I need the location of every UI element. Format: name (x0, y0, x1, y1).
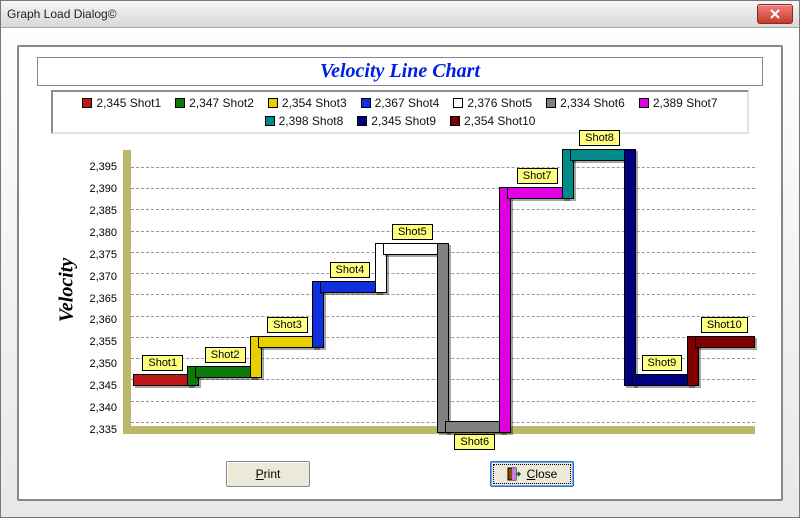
step-shot1 (133, 374, 193, 386)
plot: Shot1Shot2Shot3Shot4Shot5Shot6Shot7Shot8… (123, 150, 755, 434)
y-tick: 2,390 (89, 183, 117, 195)
step-shot4 (320, 281, 380, 293)
close-icon (769, 9, 781, 19)
step-shot3 (258, 336, 318, 348)
connector (624, 149, 636, 386)
step-shot5 (383, 243, 443, 255)
legend-item-shot2: 2,347 Shot2 (175, 96, 254, 110)
step-shot10 (695, 336, 755, 348)
legend-label: 2,367 Shot4 (375, 96, 440, 110)
chart-title-box: Velocity Line Chart (37, 57, 763, 86)
legend-item-shot10: 2,354 Shot10 (450, 114, 535, 128)
legend-swatch (82, 98, 92, 108)
step-shot6 (445, 421, 505, 433)
content-panel: Velocity Line Chart 2,345 Shot1 2,347 Sho… (17, 45, 783, 501)
y-tick: 2,370 (89, 271, 117, 283)
legend-label: 2,389 Shot7 (653, 96, 718, 110)
point-label-shot5: Shot5 (392, 224, 433, 240)
print-label: Print (256, 467, 281, 481)
y-tick: 2,365 (89, 293, 117, 305)
legend-label: 2,347 Shot2 (189, 96, 254, 110)
y-tick-area: 2,335 2,340 2,345 2,350 2,355 2,360 2,365 2,370… (75, 150, 121, 434)
legend-label: 2,345 Shot1 (96, 96, 161, 110)
legend-item-shot9: 2,345 Shot9 (357, 114, 436, 128)
legend-swatch (357, 116, 367, 126)
connector (437, 243, 449, 433)
legend-label: 2,398 Shot8 (279, 114, 344, 128)
y-tick: 2,345 (89, 380, 117, 392)
legend-item-shot6: 2,334 Shot6 (546, 96, 625, 110)
y-tick: 2,375 (89, 249, 117, 261)
legend-item-shot7: 2,389 Shot7 (639, 96, 718, 110)
y-tick: 2,380 (89, 227, 117, 239)
point-label-shot4: Shot4 (330, 262, 371, 278)
legend-label: 2,376 Shot5 (467, 96, 532, 110)
point-label-shot9: Shot9 (642, 355, 683, 371)
plot-area: Velocity 2,3352,3402,3452,3502,3552,3602… (37, 140, 763, 440)
connector (499, 187, 511, 433)
legend-item-shot3: 2,354 Shot3 (268, 96, 347, 110)
y-tick: 2,350 (89, 358, 117, 370)
legend-swatch (361, 98, 371, 108)
dialog-window: Graph Load Dialog© Velocity Line Chart 2… (0, 0, 800, 518)
step-shot8 (570, 149, 630, 161)
door-exit-icon (507, 467, 521, 481)
legend-label: 2,345 Shot9 (371, 114, 436, 128)
point-label-shot10: Shot10 (701, 317, 748, 333)
legend-swatch (453, 98, 463, 108)
point-label-shot3: Shot3 (267, 317, 308, 333)
y-tick: 2,355 (89, 336, 117, 348)
close-label: Close (527, 467, 558, 481)
close-button[interactable]: Close (490, 461, 574, 487)
print-button[interactable]: Print (226, 461, 310, 487)
legend-label: 2,334 Shot6 (560, 96, 625, 110)
legend-swatch (265, 116, 275, 126)
legend-swatch (175, 98, 185, 108)
y-tick: 2,335 (89, 424, 117, 436)
legend: 2,345 Shot1 2,347 Shot2 2,354 Shot3 2,367 S… (51, 90, 749, 134)
point-label-shot2: Shot2 (205, 347, 246, 363)
button-row: Print Close (19, 461, 781, 487)
titlebar: Graph Load Dialog© (1, 1, 799, 28)
legend-label: 2,354 Shot3 (282, 96, 347, 110)
legend-item-shot8: 2,398 Shot8 (265, 114, 344, 128)
legend-item-shot1: 2,345 Shot1 (82, 96, 161, 110)
point-label-shot6: Shot6 (454, 434, 495, 450)
legend-item-shot4: 2,367 Shot4 (361, 96, 440, 110)
point-label-shot8: Shot8 (579, 130, 620, 146)
step-shot7 (507, 187, 567, 199)
y-tick: 2,360 (89, 314, 117, 326)
step-shot9 (632, 374, 692, 386)
window-close-button[interactable] (757, 4, 793, 24)
step-shot2 (195, 366, 255, 378)
legend-swatch (639, 98, 649, 108)
point-label-shot7: Shot7 (517, 168, 558, 184)
window-title: Graph Load Dialog© (7, 7, 117, 21)
legend-label: 2,354 Shot10 (464, 114, 535, 128)
legend-swatch (450, 116, 460, 126)
legend-swatch (268, 98, 278, 108)
chart-title: Velocity Line Chart (320, 60, 480, 82)
y-tick: 2,385 (89, 205, 117, 217)
legend-item-shot5: 2,376 Shot5 (453, 96, 532, 110)
y-tick: 2,395 (89, 161, 117, 173)
point-label-shot1: Shot1 (142, 355, 183, 371)
legend-swatch (546, 98, 556, 108)
y-tick: 2,340 (89, 402, 117, 414)
